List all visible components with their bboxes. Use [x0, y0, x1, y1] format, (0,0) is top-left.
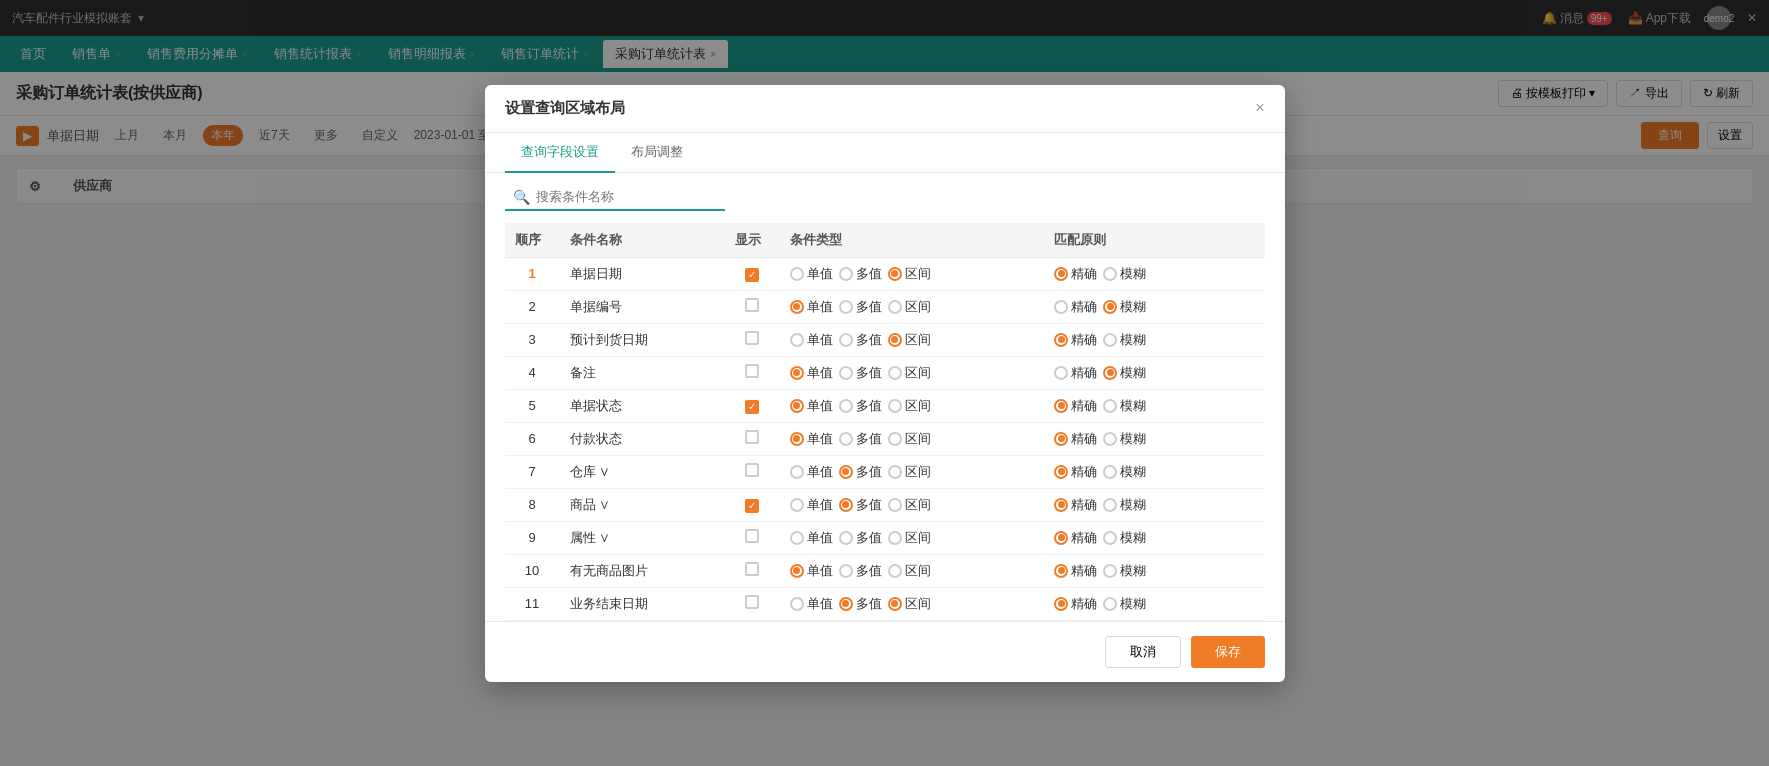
settings-modal: 设置查询区域布局 × 查询字段设置 布局调整 🔍 顺序	[485, 85, 1285, 217]
modal-header: 设置查询区域布局 ×	[485, 85, 1285, 133]
modal-title: 设置查询区域布局	[505, 99, 625, 118]
modal-overlay: 设置查询区域布局 × 查询字段设置 布局调整 🔍 顺序	[0, 0, 1769, 216]
modal-tab-query-fields[interactable]: 查询字段设置	[505, 133, 615, 173]
search-input[interactable]	[536, 189, 716, 204]
modal-tab-layout[interactable]: 布局调整	[615, 133, 699, 173]
search-input-wrap: 🔍	[505, 185, 725, 211]
modal-close-btn[interactable]: ×	[1255, 99, 1264, 117]
modal-search-area: 🔍	[485, 173, 1285, 217]
search-icon: 🔍	[513, 189, 530, 205]
modal-tabs: 查询字段设置 布局调整	[485, 133, 1285, 173]
